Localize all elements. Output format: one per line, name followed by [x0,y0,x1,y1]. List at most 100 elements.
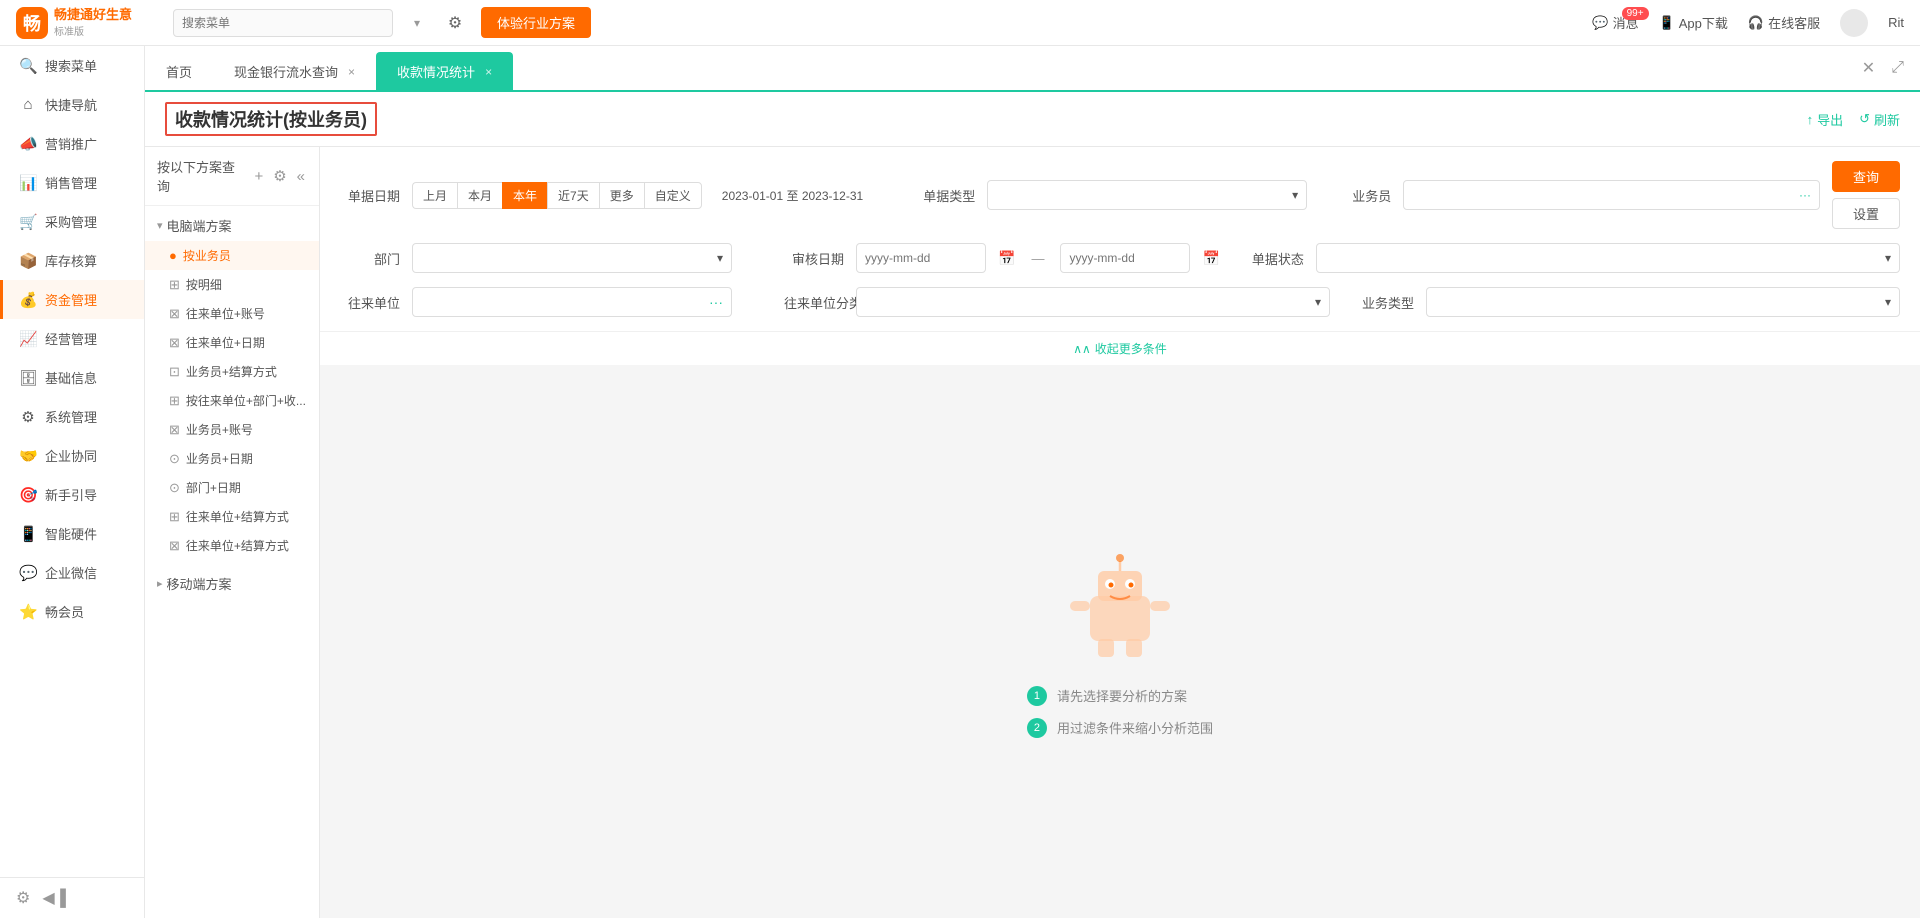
tab-bank-flow[interactable]: 现金银行流水查询 × [213,52,376,90]
search-input[interactable] [173,9,393,37]
filter-collapse-btn[interactable]: ∧∧ 收起更多条件 [320,331,1920,365]
sidebar-item-quick-nav[interactable]: ⌂ 快捷导航 [0,85,144,124]
sidebar-label-purchase: 采购管理 [45,212,97,231]
partner-more-icon[interactable]: ··· [709,294,723,310]
tab-bank-close[interactable]: × [348,65,355,79]
scheme-item-partner-settlement2[interactable]: ⊠ 往来单位+结算方式 [145,531,319,560]
filter-area: 单据日期 上月 本月 本年 近7天 更多 自定义 2023-01-01 至 20… [320,147,1920,331]
salesperson-more-icon: ··· [1799,188,1811,202]
partner-category-select[interactable]: ▾ [856,287,1330,317]
date-btn-last-month[interactable]: 上月 [412,182,457,209]
scheme-settings-btn[interactable]: ⚙ [271,165,288,187]
tab-bar-right: ✕ ⤢ [1858,46,1920,90]
sidebar-item-inventory[interactable]: 📦 库存核算 [0,241,144,280]
date-btn-this-year[interactable]: 本年 [502,182,547,209]
date-btn-more[interactable]: 更多 [599,182,644,209]
sp-date-icon: ⊙ [169,451,180,467]
basic-icon: 🗄 [19,369,37,387]
scheme-group-desktop-header[interactable]: ▾ 电脑端方案 [145,210,319,241]
user-name: Rit [1888,15,1904,30]
sidebar-item-system[interactable]: ⚙ 系统管理 [0,397,144,436]
scheme-item-partner-dept[interactable]: ⊞ 按往来单位+部门+收... [145,386,319,415]
tab-close-all-icon[interactable]: ✕ [1858,54,1879,82]
sidebar-label-enterprise: 企业协同 [45,446,97,465]
scheme-group-desktop-label: 电脑端方案 [167,216,232,235]
sidebar-item-search-menu[interactable]: 🔍 搜索菜单 [0,46,144,85]
home-icon: ⌂ [19,96,37,113]
tab-expand-icon[interactable]: ⤢ [1887,55,1908,81]
sidebar-item-ops[interactable]: 📈 经营管理 [0,319,144,358]
doc-type-select[interactable]: ▾ [987,180,1307,210]
biz-type-select[interactable]: ▾ [1426,287,1900,317]
step-text-2: 用过滤条件来缩小分析范围 [1057,718,1213,737]
sidebar-item-fund[interactable]: 💰 资金管理 [0,280,144,319]
scheme-item-by-detail[interactable]: ⊞ 按明细 [145,270,319,299]
date-btn-this-month[interactable]: 本月 [457,182,502,209]
sidebar-item-hardware[interactable]: 📱 智能硬件 [0,514,144,553]
date-btn-custom[interactable]: 自定义 [644,182,702,209]
tab-home[interactable]: 首页 [145,52,213,90]
date-btns: 上月 本月 本年 近7天 更多 自定义 [412,182,702,209]
scheme-item-dept-date[interactable]: ⊙ 部门+日期 [145,473,319,502]
scheme-item-sp-account[interactable]: ⊠ 业务员+账号 [145,415,319,444]
dept-select[interactable]: ▾ [412,243,732,273]
calendar-icon-1[interactable]: 📅 [998,250,1015,267]
scheme-group-desktop: ▾ 电脑端方案 ● 按业务员 ⊞ 按明细 ⊠ 往 [145,206,319,564]
scheme-collapse-btn[interactable]: « [295,166,307,187]
dropdown-icon[interactable]: ▾ [405,11,429,35]
tab-collection-stats[interactable]: 收款情况统计 × [376,52,513,90]
sales-icon: 📊 [19,174,37,192]
doc-status-select[interactable]: ▾ [1316,243,1900,273]
trial-btn[interactable]: 体验行业方案 [481,7,591,38]
salesperson-select[interactable]: ··· [1403,180,1820,210]
page-content: 收款情况统计(按业务员) ↑ 导出 ↺ 刷新 按以下 [145,92,1920,918]
audit-date-from[interactable] [856,243,986,273]
sidebar-item-sales[interactable]: 📊 销售管理 [0,163,144,202]
sidebar-item-marketing[interactable]: 📣 营销推广 [0,124,144,163]
scheme-item-label-dept-date: 部门+日期 [186,479,241,496]
logo-text: 畅捷通好生意 [54,7,132,23]
query-btn[interactable]: 查询 [1832,161,1900,192]
settings-bottom-icon[interactable]: ⚙ [16,888,30,908]
sidebar-item-guide[interactable]: 🎯 新手引导 [0,475,144,514]
online-service-btn[interactable]: 🎧 在线客服 [1748,13,1820,32]
sidebar-item-purchase[interactable]: 🛒 采购管理 [0,202,144,241]
user-avatar[interactable] [1840,9,1868,37]
scheme-item-partner-settlement1[interactable]: ⊞ 往来单位+结算方式 [145,502,319,531]
scheme-group-mobile-arrow: ▸ [157,577,163,590]
partner-cat-chevron: ▾ [1315,295,1321,309]
date-btn-7days[interactable]: 近7天 [547,182,599,209]
refresh-btn[interactable]: ↺ 刷新 [1859,110,1900,129]
sidebar-item-basic[interactable]: 🗄 基础信息 [0,358,144,397]
collapse-sidebar-icon[interactable]: ◀▐ [42,888,66,908]
scheme-item-partner-date[interactable]: ⊠ 往来单位+日期 [145,328,319,357]
sidebar-bottom: ⚙ ◀▐ [0,877,144,918]
scheme-item-salesperson-settlement[interactable]: ⊡ 业务员+结算方式 [145,357,319,386]
scheme-item-label-partner-date: 往来单位+日期 [186,334,265,351]
scheme-item-sp-date[interactable]: ⊙ 业务员+日期 [145,444,319,473]
app-download-btn[interactable]: 📱 App下载 [1659,13,1728,32]
sidebar-item-enterprise[interactable]: 🤝 企业协同 [0,436,144,475]
calendar-icon-2[interactable]: 📅 [1202,250,1219,267]
sidebar: 🔍 搜索菜单 ⌂ 快捷导航 📣 营销推广 📊 销售管理 🛒 采购管理 📦 库存核… [0,46,145,918]
step-num-2: 2 [1027,718,1047,738]
settings-btn[interactable]: 设置 [1832,198,1900,229]
scheme-item-partner-account[interactable]: ⊠ 往来单位+账号 [145,299,319,328]
scheme-item-by-salesperson[interactable]: ● 按业务员 [145,241,319,270]
message-badge: 99+ [1622,7,1649,20]
messages-btn[interactable]: 💬 消息 99+ [1592,13,1638,32]
export-btn[interactable]: ↑ 导出 [1807,110,1844,129]
settings-icon[interactable]: ⚙ [441,9,469,37]
service-icon: 🎧 [1748,15,1764,31]
scheme-group-mobile-header[interactable]: ▸ 移动端方案 [145,568,319,599]
scheme-add-btn[interactable]: + [252,166,265,187]
sidebar-item-vip[interactable]: ⭐ 畅会员 [0,592,144,631]
marketing-icon: 📣 [19,135,37,153]
audit-date-to[interactable] [1060,243,1190,273]
sidebar-item-wechat[interactable]: 💬 企业微信 [0,553,144,592]
sidebar-label-fund: 资金管理 [45,290,97,309]
partner-select[interactable]: ··· [412,287,732,317]
empty-illustration [1060,546,1180,666]
tab-collection-close[interactable]: × [485,65,492,79]
scheme-group-mobile-label: 移动端方案 [167,574,232,593]
